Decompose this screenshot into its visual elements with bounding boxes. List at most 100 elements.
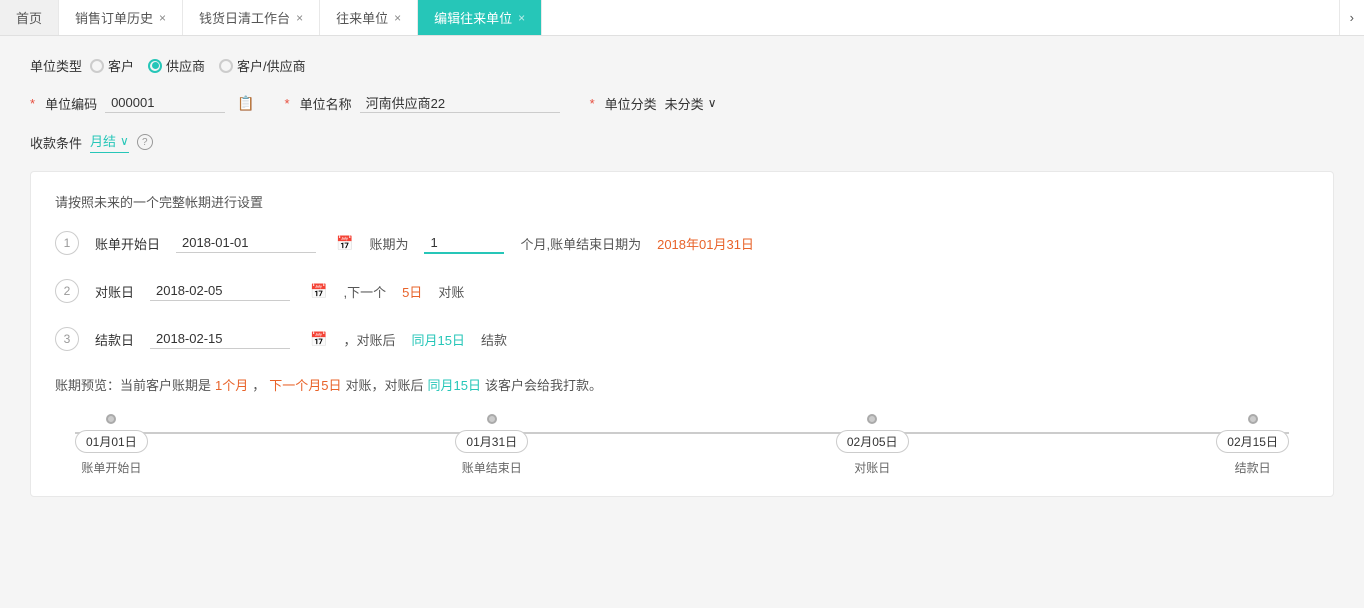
unit-type-item: 单位类型 客户 供应商 客户/供应商 <box>30 56 306 75</box>
step-2-row: 2 对账日 📅 ,下一个 5日 对账 <box>55 279 1309 303</box>
radio-circle-customer <box>90 59 104 73</box>
preview-prefix: 账期预览：当前客户账期是 <box>55 375 211 394</box>
step-2-date-input[interactable] <box>150 281 290 301</box>
step-3-desc-prefix: ，对账后 <box>343 330 395 349</box>
step-2-desc-suffix: 对账 <box>438 282 464 301</box>
period-unit: 个月,账单结束日期为 <box>520 234 641 253</box>
tab-home-label: 首页 <box>16 8 42 27</box>
preview-end: 该客户会给我打款。 <box>485 375 602 394</box>
unit-name-input[interactable] <box>360 93 560 113</box>
calendar-icon[interactable]: 📅 <box>310 331 327 348</box>
tab-edit-contacts-label: 编辑往来单位 <box>434 8 512 27</box>
unit-category-item: * 单位分类 未分类 ∨ <box>590 94 717 113</box>
unit-category-select[interactable]: 未分类 ∨ <box>665 94 717 113</box>
chevron-down-icon: ∨ <box>708 96 717 110</box>
unit-code-input[interactable] <box>105 93 225 113</box>
copy-icon[interactable]: 📋 <box>237 95 254 112</box>
tab-cash-workbench-label: 钱货日清工作台 <box>199 8 290 27</box>
help-icon[interactable]: ? <box>137 134 153 150</box>
period-months-input[interactable] <box>424 233 504 254</box>
radio-circle-supplier <box>148 59 162 73</box>
payment-value: 月结 <box>90 131 116 150</box>
unit-code-label: 单位编码 <box>45 94 97 113</box>
preview-mid: 对账，对账后 <box>346 375 424 394</box>
tl-point-payment: 02月15日 结款日 <box>1216 414 1289 476</box>
step-3-row: 3 结款日 📅 ，对账后 同月15日 结款 <box>55 327 1309 351</box>
payment-item: 收款条件 月结 ∨ ? <box>30 131 153 153</box>
step-3-date-input[interactable] <box>150 329 290 349</box>
preview-reconcile-date: 下一个月5日 <box>269 375 341 394</box>
radio-customer[interactable]: 客户 <box>90 56 134 75</box>
tl-dot-reconcile <box>867 414 877 424</box>
tab-edit-contacts[interactable]: 编辑往来单位 × <box>418 0 542 35</box>
unit-type-label: 单位类型 <box>30 56 82 75</box>
payment-dropdown[interactable]: 月结 ∨ <box>90 131 129 153</box>
tl-label-end: 账单结束日 <box>462 459 522 476</box>
card-title: 请按照未来的一个完整帐期进行设置 <box>55 192 1309 211</box>
tab-more-button[interactable]: › <box>1339 0 1364 35</box>
step-2-label: 对账日 <box>95 282 134 301</box>
preview-row: 账期预览：当前客户账期是 1个月 ， 下一个月5日 对账，对账后 同月15日 该… <box>55 375 1309 394</box>
tl-badge-payment: 02月15日 <box>1216 430 1289 453</box>
close-icon[interactable]: × <box>296 11 303 25</box>
close-icon[interactable]: × <box>159 11 166 25</box>
unit-category-value: 未分类 <box>665 94 704 113</box>
radio-customer-label: 客户 <box>108 56 134 75</box>
preview-comma: ， <box>252 375 265 394</box>
settings-card: 请按照未来的一个完整帐期进行设置 1 账单开始日 📅 账期为 个月,账单结束日期… <box>30 171 1334 497</box>
tab-contacts[interactable]: 往来单位 × <box>320 0 418 35</box>
tab-contacts-label: 往来单位 <box>336 8 388 27</box>
radio-circle-both <box>219 59 233 73</box>
timeline: 01月01日 账单开始日 01月31日 账单结束日 02月05日 对账日 02月… <box>55 414 1309 476</box>
period-end-date: 2018年01月31日 <box>657 234 754 253</box>
tl-dot-end <box>487 414 497 424</box>
required-star: * <box>285 96 290 111</box>
tl-badge-start: 01月01日 <box>75 430 148 453</box>
preview-period: 1个月 <box>215 375 248 394</box>
step-2-number: 2 <box>55 279 79 303</box>
unit-category-label: 单位分类 <box>605 94 657 113</box>
tl-point-start: 01月01日 账单开始日 <box>75 414 148 476</box>
step-3-number: 3 <box>55 327 79 351</box>
tl-dot-payment <box>1248 414 1258 424</box>
tl-label-start: 账单开始日 <box>81 459 141 476</box>
radio-both[interactable]: 客户/供应商 <box>219 56 306 75</box>
period-label: 账期为 <box>369 234 408 253</box>
tl-label-payment: 结款日 <box>1235 459 1271 476</box>
calendar-icon[interactable]: 📅 <box>336 235 353 252</box>
unit-name-label: 单位名称 <box>300 94 352 113</box>
step-1-date-input[interactable] <box>176 233 316 253</box>
calendar-icon[interactable]: 📅 <box>310 283 327 300</box>
preview-payment-date: 同月15日 <box>428 375 481 394</box>
chevron-right-icon: › <box>1350 10 1354 25</box>
timeline-points: 01月01日 账单开始日 01月31日 账单结束日 02月05日 对账日 02月… <box>75 414 1289 476</box>
close-icon[interactable]: × <box>394 11 401 25</box>
tl-label-reconcile: 对账日 <box>854 459 890 476</box>
tl-point-reconcile: 02月05日 对账日 <box>836 414 909 476</box>
step-1-label: 账单开始日 <box>95 234 160 253</box>
radio-supplier-label: 供应商 <box>166 56 205 75</box>
tl-badge-reconcile: 02月05日 <box>836 430 909 453</box>
step-1-number: 1 <box>55 231 79 255</box>
close-icon[interactable]: × <box>518 11 525 25</box>
step-2-highlight: 5日 <box>402 282 422 301</box>
payment-label: 收款条件 <box>30 133 82 152</box>
tl-point-end: 01月31日 账单结束日 <box>455 414 528 476</box>
tab-bar: 首页 销售订单历史 × 钱货日清工作台 × 往来单位 × 编辑往来单位 × › <box>0 0 1364 36</box>
tab-home[interactable]: 首页 <box>0 0 59 35</box>
required-star: * <box>590 96 595 111</box>
radio-supplier[interactable]: 供应商 <box>148 56 205 75</box>
step-3-label: 结款日 <box>95 330 134 349</box>
radio-both-label: 客户/供应商 <box>237 56 306 75</box>
unit-name-item: * 单位名称 <box>285 93 560 113</box>
tab-cash-workbench[interactable]: 钱货日清工作台 × <box>183 0 320 35</box>
chevron-down-icon: ∨ <box>120 134 129 148</box>
step-3-desc-suffix: 结款 <box>481 330 507 349</box>
payment-row: 收款条件 月结 ∨ ? <box>30 131 1334 153</box>
radio-group: 客户 供应商 客户/供应商 <box>90 56 306 75</box>
step-3-highlight: 同月15日 <box>411 330 464 349</box>
step-2-desc-prefix: ,下一个 <box>343 282 386 301</box>
unit-info-row: * 单位编码 📋 * 单位名称 * 单位分类 未分类 ∨ <box>30 93 1334 113</box>
tl-badge-end: 01月31日 <box>455 430 528 453</box>
tab-sales-history[interactable]: 销售订单历史 × <box>59 0 183 35</box>
